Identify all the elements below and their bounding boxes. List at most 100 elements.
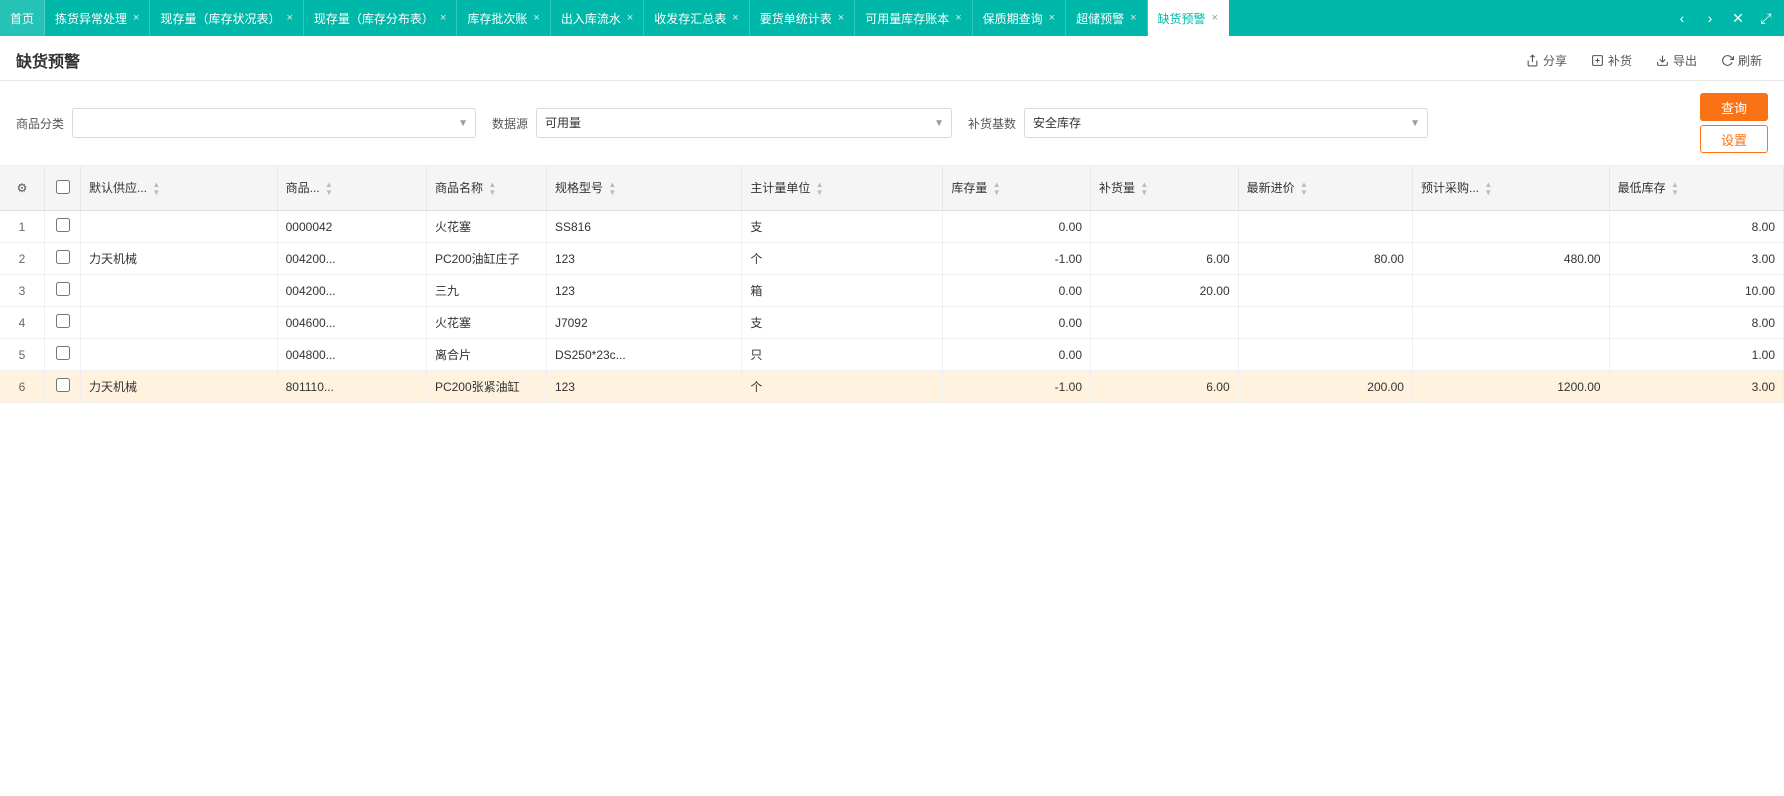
tab-order-stats[interactable]: 要货单统计表 × — [750, 0, 855, 36]
refresh-button[interactable]: 刷新 — [1715, 50, 1768, 71]
tab-inout-flow[interactable]: 出入库流水 × — [551, 0, 644, 36]
th-checkbox — [45, 166, 81, 211]
sort-estimated-purchase[interactable]: ▲▼ — [1484, 181, 1492, 197]
data-table: ⚙ 默认供应... ▲▼ 商品... ▲▼ 商品名称 — [0, 166, 1784, 403]
row-checkbox[interactable] — [56, 314, 70, 328]
cell-product-code: 004600... — [277, 307, 426, 339]
cell-product-code: 0000042 — [277, 211, 426, 243]
cell-latest-price — [1238, 211, 1412, 243]
sort-latest-price[interactable]: ▲▼ — [1300, 181, 1308, 197]
cell-supplier: 力天机械 — [81, 243, 278, 275]
cell-latest-price — [1238, 339, 1412, 371]
cell-estimated-purchase — [1412, 275, 1609, 307]
cell-checkbox — [45, 243, 81, 275]
datasource-select[interactable]: 可用量 — [536, 108, 952, 138]
close-tab-exception[interactable]: × — [133, 12, 139, 24]
close-tab-expiry-query[interactable]: × — [1049, 12, 1055, 24]
row-checkbox[interactable] — [56, 346, 70, 360]
tab-inventory-dist[interactable]: 现存量（库存分布表） × — [304, 0, 457, 36]
column-settings-button[interactable]: ⚙ — [8, 174, 36, 202]
refresh-icon — [1721, 54, 1734, 67]
tab-shortage-warning[interactable]: 缺货预警 × — [1148, 0, 1229, 36]
sort-unit[interactable]: ▲▼ — [816, 181, 824, 197]
tab-inventory-status[interactable]: 现存量（库存状况表） × — [150, 0, 303, 36]
tab-batch-account[interactable]: 库存批次账 × — [457, 0, 550, 36]
cell-unit: 个 — [742, 371, 943, 403]
cell-estimated-purchase — [1412, 307, 1609, 339]
close-tab-inventory-status[interactable]: × — [286, 12, 292, 24]
cell-product-code: 004200... — [277, 275, 426, 307]
close-tab-inout-flow[interactable]: × — [627, 12, 633, 24]
cell-checkbox — [45, 307, 81, 339]
cell-row-num: 2 — [0, 243, 45, 275]
tab-receipt-summary[interactable]: 收发存汇总表 × — [644, 0, 749, 36]
tab-exception[interactable]: 拣货异常处理 × — [45, 0, 150, 36]
close-tab-inventory-dist[interactable]: × — [440, 12, 446, 24]
datasource-select-wrap: 可用量 ▼ — [536, 108, 952, 138]
sort-replenish[interactable]: ▲▼ — [1140, 181, 1148, 197]
close-tab-order-stats[interactable]: × — [838, 12, 844, 24]
sort-supplier[interactable]: ▲▼ — [152, 181, 160, 197]
page-title: 缺货预警 — [16, 48, 80, 72]
cell-product-name: PC200张紧油缸 — [426, 371, 546, 403]
cell-checkbox — [45, 211, 81, 243]
cell-spec: SS816 — [546, 211, 741, 243]
cell-stock: 0.00 — [943, 211, 1091, 243]
cell-checkbox — [45, 275, 81, 307]
row-checkbox[interactable] — [56, 378, 70, 392]
query-button[interactable]: 查询 — [1700, 93, 1768, 121]
cell-product-name: 火花塞 — [426, 211, 546, 243]
table-row: 2力天机械004200...PC200油缸庄子123个-1.006.0080.0… — [0, 243, 1784, 275]
cell-min-stock: 8.00 — [1609, 211, 1783, 243]
settings-button[interactable]: 设置 — [1700, 125, 1768, 153]
nav-controls: ‹ › ✕ ⤢ — [1668, 4, 1784, 32]
tab-overstock-warning[interactable]: 超储预警 × — [1066, 0, 1147, 36]
replenish-base-label: 补货基数 — [968, 115, 1016, 132]
select-all-checkbox[interactable] — [56, 180, 70, 194]
close-tab-batch-account[interactable]: × — [533, 12, 539, 24]
th-spec: 规格型号 ▲▼ — [546, 166, 741, 211]
row-checkbox[interactable] — [56, 282, 70, 296]
replenish-button[interactable]: 补货 — [1585, 50, 1638, 71]
sort-product-code[interactable]: ▲▼ — [325, 181, 333, 197]
tab-available-ledger[interactable]: 可用量库存账本 × — [855, 0, 972, 36]
close-tab-shortage-warning[interactable]: × — [1212, 12, 1218, 24]
close-tab-available-ledger[interactable]: × — [955, 12, 961, 24]
page-header: 缺货预警 分享 补货 导出 刷新 — [0, 36, 1784, 81]
table-container: ⚙ 默认供应... ▲▼ 商品... ▲▼ 商品名称 — [0, 166, 1784, 403]
nav-close-button[interactable]: ✕ — [1724, 4, 1752, 32]
sort-product-name[interactable]: ▲▼ — [488, 181, 496, 197]
cell-replenish — [1091, 307, 1239, 339]
th-product-code: 商品... ▲▼ — [277, 166, 426, 211]
export-button[interactable]: 导出 — [1650, 50, 1703, 71]
tab-home[interactable]: 首页 — [0, 0, 45, 36]
category-select[interactable] — [72, 108, 476, 138]
cell-checkbox — [45, 339, 81, 371]
nav-fullscreen-button[interactable]: ⤢ — [1752, 4, 1780, 32]
row-checkbox[interactable] — [56, 218, 70, 232]
cell-row-num: 4 — [0, 307, 45, 339]
close-tab-overstock-warning[interactable]: × — [1130, 12, 1136, 24]
header-actions: 分享 补货 导出 刷新 — [1520, 50, 1768, 71]
row-checkbox[interactable] — [56, 250, 70, 264]
cell-replenish: 6.00 — [1091, 243, 1239, 275]
cell-supplier — [81, 307, 278, 339]
sort-min-stock[interactable]: ▲▼ — [1671, 181, 1679, 197]
share-button[interactable]: 分享 — [1520, 50, 1573, 71]
table-body: 10000042火花塞SS816支0.008.002力天机械004200...P… — [0, 211, 1784, 403]
sort-spec[interactable]: ▲▼ — [608, 181, 616, 197]
table-header-row: ⚙ 默认供应... ▲▼ 商品... ▲▼ 商品名称 — [0, 166, 1784, 211]
cell-supplier — [81, 339, 278, 371]
nav-next-button[interactable]: › — [1696, 4, 1724, 32]
cell-product-code: 004800... — [277, 339, 426, 371]
cell-supplier: 力天机械 — [81, 371, 278, 403]
top-nav: 首页 拣货异常处理 × 现存量（库存状况表） × 现存量（库存分布表） × 库存… — [0, 0, 1784, 36]
sort-stock[interactable]: ▲▼ — [993, 181, 1001, 197]
cell-product-code: 004200... — [277, 243, 426, 275]
replenish-base-select[interactable]: 安全库存 — [1024, 108, 1428, 138]
cell-supplier — [81, 211, 278, 243]
th-supplier: 默认供应... ▲▼ — [81, 166, 278, 211]
close-tab-receipt-summary[interactable]: × — [732, 12, 738, 24]
nav-prev-button[interactable]: ‹ — [1668, 4, 1696, 32]
tab-expiry-query[interactable]: 保质期查询 × — [973, 0, 1066, 36]
